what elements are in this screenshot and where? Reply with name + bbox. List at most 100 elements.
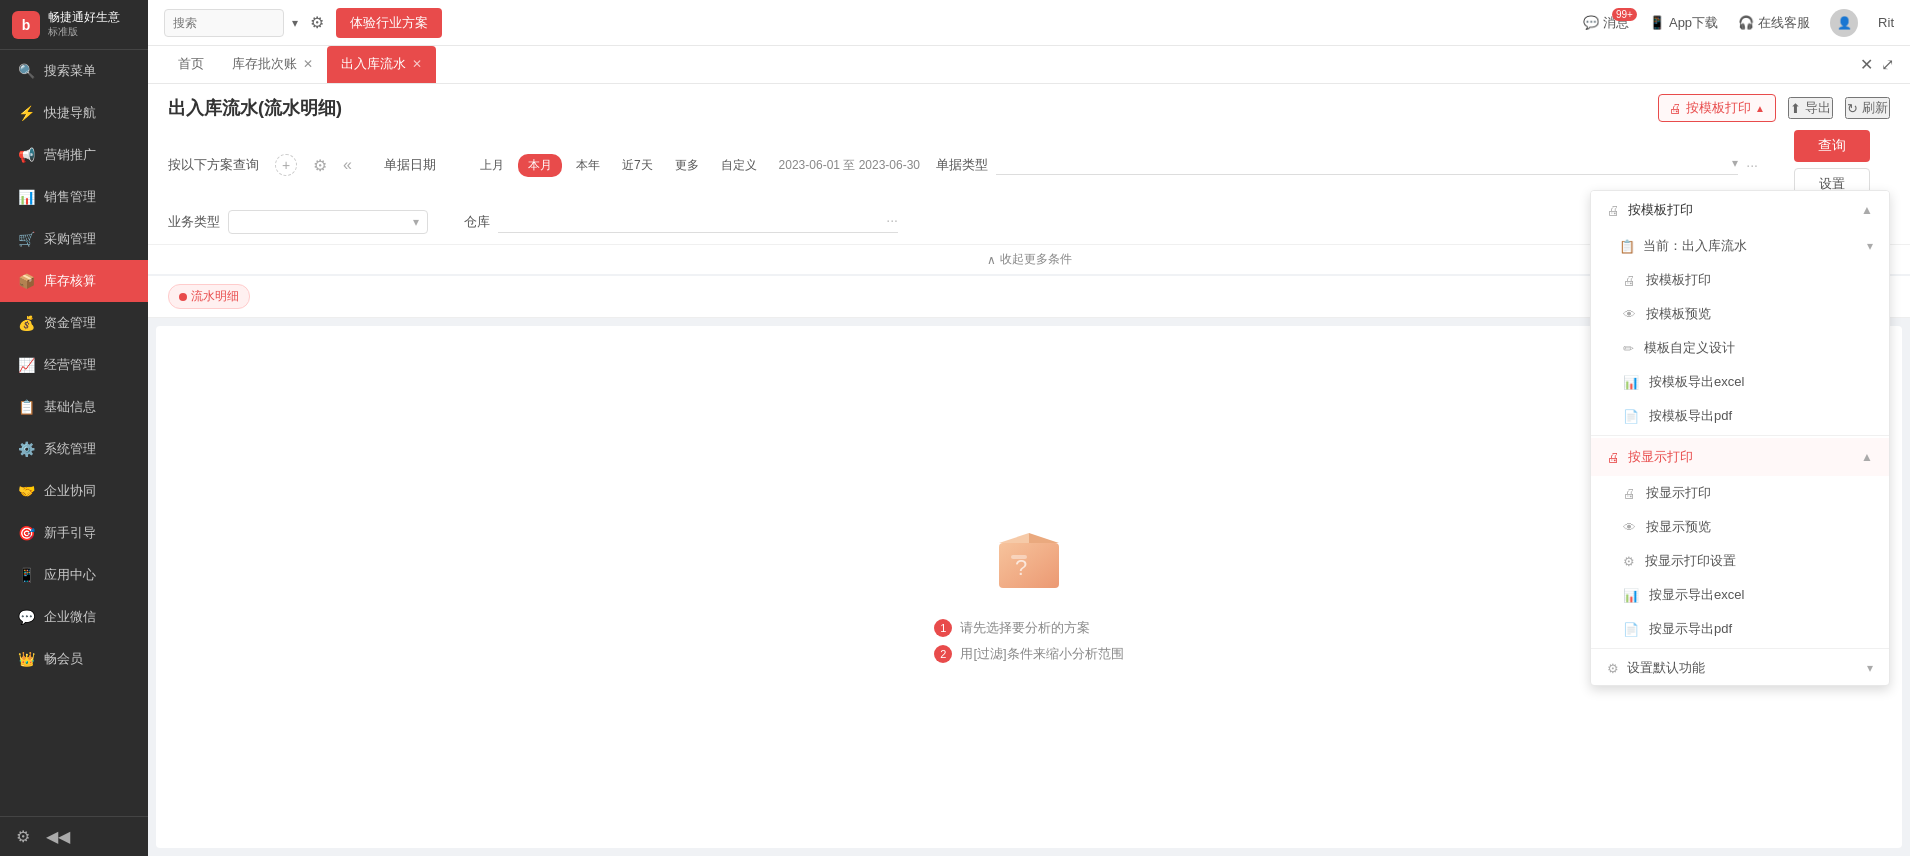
dropdown-display-header[interactable]: 🖨 按显示打印 ▲ bbox=[1591, 438, 1889, 476]
dropdown-display-print[interactable]: 🖨 按显示打印 bbox=[1591, 476, 1889, 510]
date-btn-this-year[interactable]: 本年 bbox=[568, 154, 608, 177]
sidebar-item-label: 销售管理 bbox=[44, 188, 96, 206]
sidebar-item-wechat[interactable]: 💬 企业微信 bbox=[0, 596, 148, 638]
message-icon: 💬 bbox=[1583, 15, 1599, 30]
svg-text:?: ? bbox=[1015, 555, 1027, 580]
sidebar-logo: b 畅捷通好生意 标准版 bbox=[0, 0, 148, 50]
set-default-chevron: ▾ bbox=[1867, 661, 1873, 675]
main-area: ▾ ⚙ 体验行业方案 💬 消息 99+ 📱 App下载 🎧 在线客服 👤 Rit… bbox=[148, 0, 1910, 856]
tab-expand-icon[interactable]: ⤢ bbox=[1881, 55, 1894, 74]
sidebar-item-label: 基础信息 bbox=[44, 398, 96, 416]
sidebar-item-system[interactable]: ⚙️ 系统管理 bbox=[0, 428, 148, 470]
dropdown-display-excel[interactable]: 📊 按显示导出excel bbox=[1591, 578, 1889, 612]
export-button[interactable]: ⬆ 导出 bbox=[1788, 97, 1833, 119]
filter-settings-icon[interactable]: ⚙ bbox=[313, 156, 327, 175]
warehouse-more-icon[interactable]: ··· bbox=[886, 212, 898, 228]
search-icon: 🔍 bbox=[16, 61, 36, 81]
doc-type-dropdown-icon[interactable]: ▾ bbox=[1732, 156, 1738, 170]
sidebar-item-appstore[interactable]: 📱 应用中心 bbox=[0, 554, 148, 596]
service-icon: 🎧 bbox=[1738, 15, 1754, 30]
doc-type-more-icon[interactable]: ··· bbox=[1746, 157, 1758, 173]
dropdown-template-custom[interactable]: ✏ 模板自定义设计 bbox=[1591, 331, 1889, 365]
dropdown-display-settings[interactable]: ⚙ 按显示打印设置 bbox=[1591, 544, 1889, 578]
print-btn-label: 按模板打印 bbox=[1686, 99, 1751, 117]
settings-bottom-icon[interactable]: ⚙ bbox=[16, 827, 30, 846]
sidebar-item-finance[interactable]: 💰 资金管理 bbox=[0, 302, 148, 344]
quicknav-icon: ⚡ bbox=[16, 103, 36, 123]
finance-icon: 💰 bbox=[16, 313, 36, 333]
inventory-icon: 📦 bbox=[16, 271, 36, 291]
tab-flow[interactable]: 出入库流水 ✕ bbox=[327, 46, 436, 83]
filter-collapse-icon[interactable]: « bbox=[343, 156, 352, 174]
header-avatar[interactable]: 👤 bbox=[1830, 9, 1858, 37]
sidebar-item-operations[interactable]: 📈 经营管理 bbox=[0, 344, 148, 386]
trial-button[interactable]: 体验行业方案 bbox=[336, 8, 442, 38]
page-title-row: 出入库流水(流水明细) 🖨 按模板打印 ▲ ⬆ 导出 ↻ bbox=[168, 94, 1890, 122]
header-app-download[interactable]: 📱 App下载 bbox=[1649, 14, 1718, 32]
template-print-doc-icon: 🖨 bbox=[1623, 273, 1636, 288]
dropdown-display-preview[interactable]: 👁 按显示预览 bbox=[1591, 510, 1889, 544]
app-label: App下载 bbox=[1669, 14, 1718, 32]
step-1-text: 请先选择要分析的方案 bbox=[960, 619, 1090, 637]
tab-flow-close[interactable]: ✕ bbox=[412, 57, 422, 71]
header-search-input[interactable] bbox=[164, 9, 284, 37]
sidebar: b 畅捷通好生意 标准版 🔍 搜索菜单 ⚡ 快捷导航 📢 营销推广 📊 销售管理… bbox=[0, 0, 148, 856]
header-search-area: ▾ bbox=[164, 9, 298, 37]
header-service[interactable]: 🎧 在线客服 bbox=[1738, 14, 1810, 32]
display-pdf-label: 按显示导出pdf bbox=[1649, 620, 1732, 638]
tab-batch[interactable]: 库存批次账 ✕ bbox=[218, 46, 327, 83]
dropdown-template-header[interactable]: 🖨 按模板打印 ▲ bbox=[1591, 191, 1889, 229]
print-dropdown-panel: 🖨 按模板打印 ▲ 📋 当前：出入库流水 ▾ 🖨 按模板打印 bbox=[1590, 190, 1890, 686]
sidebar-item-inventory[interactable]: 📦 库存核算 bbox=[0, 260, 148, 302]
sidebar-item-purchase[interactable]: 🛒 采购管理 bbox=[0, 218, 148, 260]
page-title: 出入库流水(流水明细) bbox=[168, 96, 342, 120]
top-header: ▾ ⚙ 体验行业方案 💬 消息 99+ 📱 App下载 🎧 在线客服 👤 Rit bbox=[148, 0, 1910, 46]
tab-home[interactable]: 首页 bbox=[164, 46, 218, 83]
tab-batch-label: 库存批次账 bbox=[232, 55, 297, 73]
refresh-button[interactable]: ↻ 刷新 bbox=[1845, 97, 1890, 119]
sidebar-item-sales[interactable]: 📊 销售管理 bbox=[0, 176, 148, 218]
dropdown-set-default[interactable]: ⚙ 设置默认功能 ▾ bbox=[1591, 651, 1889, 685]
header-username[interactable]: Rit bbox=[1878, 15, 1894, 30]
date-label: 单据日期 bbox=[384, 156, 436, 174]
sidebar-item-enterprise[interactable]: 🤝 企业协同 bbox=[0, 470, 148, 512]
date-btn-this-month[interactable]: 本月 bbox=[518, 154, 562, 177]
date-btn-7days[interactable]: 近7天 bbox=[614, 154, 661, 177]
dropdown-template-preview[interactable]: 👁 按模板预览 bbox=[1591, 297, 1889, 331]
display-settings-label: 按显示打印设置 bbox=[1645, 552, 1736, 570]
appstore-icon: 📱 bbox=[16, 565, 36, 585]
doc-type-label: 单据类型 bbox=[936, 156, 988, 174]
page-content: 出入库流水(流水明细) 🖨 按模板打印 ▲ ⬆ 导出 ↻ bbox=[148, 84, 1910, 856]
sidebar-item-label: 营销推广 bbox=[44, 146, 96, 164]
sidebar-item-label: 企业微信 bbox=[44, 608, 96, 626]
header-gear-icon[interactable]: ⚙ bbox=[310, 13, 324, 32]
header-messages[interactable]: 💬 消息 99+ bbox=[1583, 14, 1629, 32]
sidebar-item-search[interactable]: 🔍 搜索菜单 bbox=[0, 50, 148, 92]
tab-batch-close[interactable]: ✕ bbox=[303, 57, 313, 71]
display-preview-label: 按显示预览 bbox=[1646, 518, 1711, 536]
step-2-text: 用[过滤]条件来缩小分析范围 bbox=[960, 645, 1123, 663]
date-btn-last-month[interactable]: 上月 bbox=[472, 154, 512, 177]
sidebar-item-quicknav[interactable]: ⚡ 快捷导航 bbox=[0, 92, 148, 134]
sidebar-item-member[interactable]: 👑 畅会员 bbox=[0, 638, 148, 680]
logo-icon: b bbox=[12, 11, 40, 39]
sidebar-item-basic[interactable]: 📋 基础信息 bbox=[0, 386, 148, 428]
date-btn-custom[interactable]: 自定义 bbox=[713, 154, 765, 177]
tag-item-liushui[interactable]: 流水明细 bbox=[168, 284, 250, 309]
collapse-sidebar-icon[interactable]: ◀◀ bbox=[46, 827, 70, 846]
header-dropdown-icon[interactable]: ▾ bbox=[292, 16, 298, 30]
dropdown-current-template[interactable]: 📋 当前：出入库流水 ▾ bbox=[1591, 229, 1889, 263]
filter-add-icon[interactable]: + bbox=[275, 154, 297, 176]
query-button[interactable]: 查询 bbox=[1794, 130, 1870, 162]
tab-close-all-icon[interactable]: ✕ bbox=[1860, 55, 1873, 74]
date-btn-more[interactable]: 更多 bbox=[667, 154, 707, 177]
sidebar-item-guide[interactable]: 🎯 新手引导 bbox=[0, 512, 148, 554]
dropdown-template-excel[interactable]: 📊 按模板导出excel bbox=[1591, 365, 1889, 399]
print-template-button[interactable]: 🖨 按模板打印 ▲ bbox=[1658, 94, 1776, 122]
biz-type-dropdown-icon[interactable]: ▾ bbox=[413, 215, 419, 229]
dropdown-template-pdf[interactable]: 📄 按模板导出pdf bbox=[1591, 399, 1889, 433]
sidebar-item-marketing[interactable]: 📢 营销推广 bbox=[0, 134, 148, 176]
basic-icon: 📋 bbox=[16, 397, 36, 417]
dropdown-display-pdf[interactable]: 📄 按显示导出pdf bbox=[1591, 612, 1889, 646]
dropdown-template-print[interactable]: 🖨 按模板打印 bbox=[1591, 263, 1889, 297]
